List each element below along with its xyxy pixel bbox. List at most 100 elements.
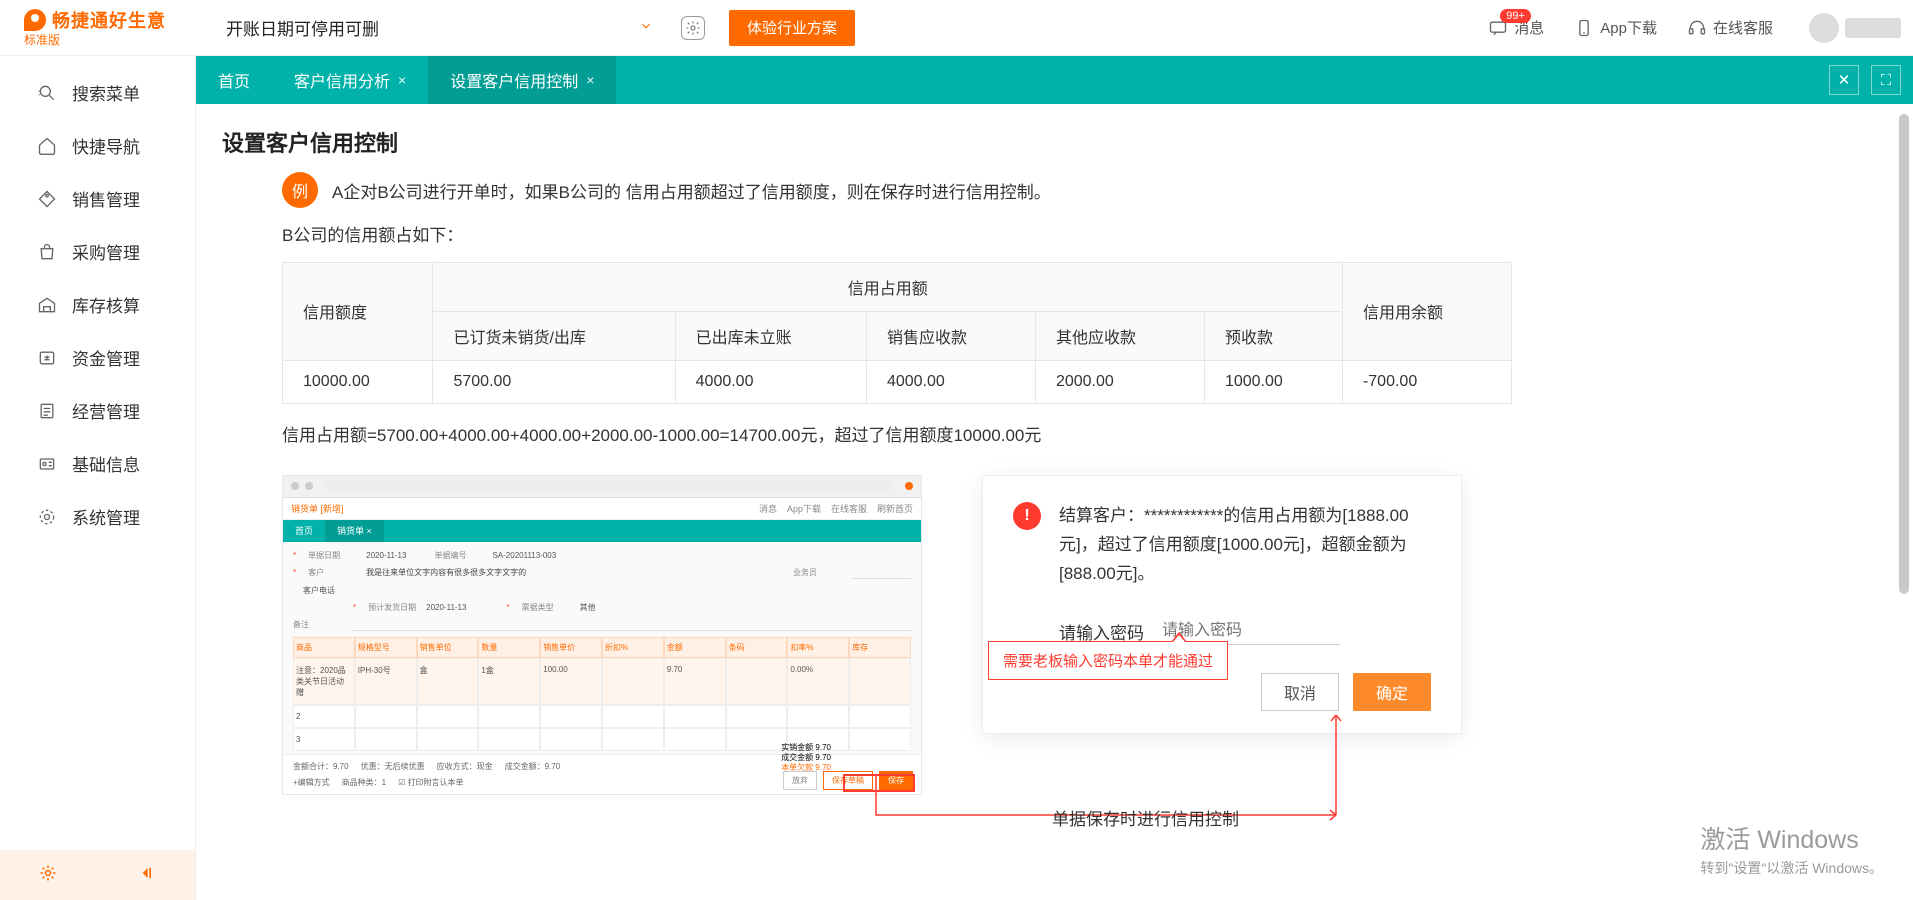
mock-tab-order: 销货单 × [325, 520, 384, 542]
mock-rlabel: 实销金额 [781, 743, 813, 752]
mock-th: 销售单价 [540, 637, 602, 658]
illustration: 销货单 [新增]消息App下载在线客服刷新首页 首页销货单 × *单据日期202… [282, 475, 1734, 795]
tab-credit-control-settings[interactable]: 设置客户信用控制 × [428, 56, 616, 104]
mock-td: 9.70 [664, 658, 726, 705]
mock-th: 金额 [664, 637, 726, 658]
sidebar-item-business[interactable]: 经营管理 [0, 384, 195, 437]
mock-th: 条码 [726, 637, 788, 658]
mock-td: 0.00% [787, 658, 849, 705]
close-all-tabs-button[interactable]: ✕ [1829, 65, 1859, 95]
sidebar-item-sales[interactable]: 销售管理 [0, 172, 195, 225]
scrollbar[interactable] [1897, 104, 1911, 900]
credit-table: 信用额度 信用占用额 信用用余额 已订货未销货/出库 已出库未立账 销售应收款 … [282, 262, 1512, 404]
sidebar-item-inventory[interactable]: 库存核算 [0, 278, 195, 331]
brand-name: 畅捷通好生意 [52, 7, 166, 33]
tabs-bar: 首页 客户信用分析 × 设置客户信用控制 × ✕ ⛶ [196, 56, 1913, 104]
mock-th: 销售单位 [417, 637, 479, 658]
mock-foot-label: 应收方式： [437, 762, 477, 771]
mock-no-label: 单据编号 [434, 550, 482, 561]
table-row: 10000.00 5700.00 4000.00 4000.00 2000.00… [283, 360, 1512, 403]
system-icon [36, 506, 58, 528]
mock-th: 库存 [849, 637, 911, 658]
messages-link[interactable]: 99+ 消息 [1488, 17, 1544, 38]
th-limit: 信用额度 [283, 262, 433, 360]
th-c3: 销售应收款 [866, 311, 1035, 360]
mock-ticket-label: 票据类型 [522, 602, 570, 613]
mock-biz-label: 业务员 [793, 567, 841, 578]
mock-cust-val: 我是往来单位文字内容有很多很多文字文字的 [366, 567, 526, 578]
td-v3: 4000.00 [866, 360, 1035, 403]
sidebar-label: 销售管理 [72, 186, 140, 211]
example-text: A企对B公司进行开单时，如果B公司的 信用占用额超过了信用额度，则在保存时进行信… [332, 178, 1051, 209]
experience-plan-button[interactable]: 体验行业方案 [729, 10, 855, 46]
td-v1: 5700.00 [433, 360, 675, 403]
td-v5: 1000.00 [1204, 360, 1342, 403]
sidebar-label: 基础信息 [72, 451, 140, 476]
watermark-line2: 转到"设置"以激活 Windows。 [1700, 858, 1883, 878]
close-icon[interactable]: × [586, 72, 594, 88]
user-avatar[interactable] [1809, 13, 1839, 43]
mock-rval: 9.70 [815, 743, 831, 752]
online-service-label: 在线客服 [1713, 17, 1773, 38]
sidebar-item-purchase[interactable]: 采购管理 [0, 225, 195, 278]
mock-screenshot: 销货单 [新增]消息App下载在线客服刷新首页 首页销货单 × *单据日期202… [282, 475, 922, 795]
tag-icon [36, 188, 58, 210]
fullscreen-button[interactable]: ⛶ [1871, 65, 1901, 95]
credit-warning-dialog: ! 结算客户：************的信用占用额为[1888.00元]，超过了… [982, 475, 1462, 735]
collapse-sidebar-icon[interactable] [135, 863, 157, 888]
close-icon[interactable]: × [398, 72, 406, 88]
sidebar-label: 系统管理 [72, 504, 140, 529]
user-name-placeholder[interactable] [1845, 18, 1901, 38]
footer-gear-icon[interactable] [38, 863, 58, 888]
warehouse-icon [36, 294, 58, 316]
cancel-button[interactable]: 取消 [1261, 673, 1339, 711]
settings-icon[interactable] [681, 16, 705, 40]
th-c1: 已订货未销货/出库 [433, 311, 675, 360]
sidebar-item-finance[interactable]: 资金管理 [0, 331, 195, 384]
brand-edition: 标准版 [24, 31, 60, 48]
mock-td: 注意：2020品类关节日活动赠 [293, 658, 355, 705]
mock-rlabel: 本单欠款 [781, 763, 813, 772]
sidebar-item-quicknav[interactable]: 快捷导航 [0, 119, 195, 172]
mock-no-val: SA-20201113-003 [492, 551, 556, 560]
home-icon [36, 135, 58, 157]
sidebar-label: 资金管理 [72, 345, 140, 370]
mock-ticket-val: 其他 [580, 602, 596, 613]
sidebar-item-system[interactable]: 系统管理 [0, 490, 195, 543]
brand-block: 畅捷通好生意 标准版 [12, 7, 208, 48]
sidebar-label: 搜索菜单 [72, 80, 140, 105]
tab-home[interactable]: 首页 [196, 56, 272, 104]
sidebar-item-search[interactable]: 搜索菜单 [0, 66, 195, 119]
example-badge-icon: 例 [282, 172, 318, 208]
calculation-text: 信用占用额=5700.00+4000.00+4000.00+2000.00-10… [282, 422, 1734, 449]
app-download-link[interactable]: App下载 [1574, 17, 1657, 38]
mock-ship-label: 预计发货日期 [368, 602, 416, 613]
td-v4: 2000.00 [1035, 360, 1204, 403]
online-service-link[interactable]: 在线客服 [1687, 17, 1773, 38]
mock-note-label: 备注 [293, 619, 341, 630]
example-block: 例 A企对B公司进行开单时，如果B公司的 信用占用额超过了信用额度，则在保存时进… [282, 178, 1734, 209]
dialog-callout: 需要老板输入密码本单才能通过 [988, 641, 1228, 680]
mock-foot-val: 现金 [477, 762, 493, 771]
sidebar-item-basicinfo[interactable]: 基础信息 [0, 437, 195, 490]
ok-button[interactable]: 确定 [1353, 673, 1431, 711]
tab-label: 首页 [218, 68, 250, 92]
mock-rval: 9.70 [815, 753, 831, 762]
mock-date-val: 2020-11-13 [366, 551, 406, 560]
search-icon [36, 82, 58, 104]
app-download-label: App下载 [1600, 17, 1657, 38]
card-icon [36, 453, 58, 475]
warning-icon: ! [1013, 502, 1041, 530]
tab-credit-analysis[interactable]: 客户信用分析 × [272, 56, 428, 104]
sidebar-label: 经营管理 [72, 398, 140, 423]
plan-dropdown[interactable]: 开账日期可停用可删 [226, 15, 653, 40]
mock-tab-home: 首页 [283, 520, 325, 542]
chevron-down-icon [639, 19, 653, 36]
mock-th: 扣率% [787, 637, 849, 658]
mock-td: 100.00 [540, 658, 602, 705]
mock-th: 规格型号 [355, 637, 417, 658]
money-icon [36, 347, 58, 369]
td-balance: -700.00 [1342, 360, 1511, 403]
tab-label: 客户信用分析 [294, 68, 390, 92]
mock-title: 销货单 [新增] [291, 502, 344, 515]
